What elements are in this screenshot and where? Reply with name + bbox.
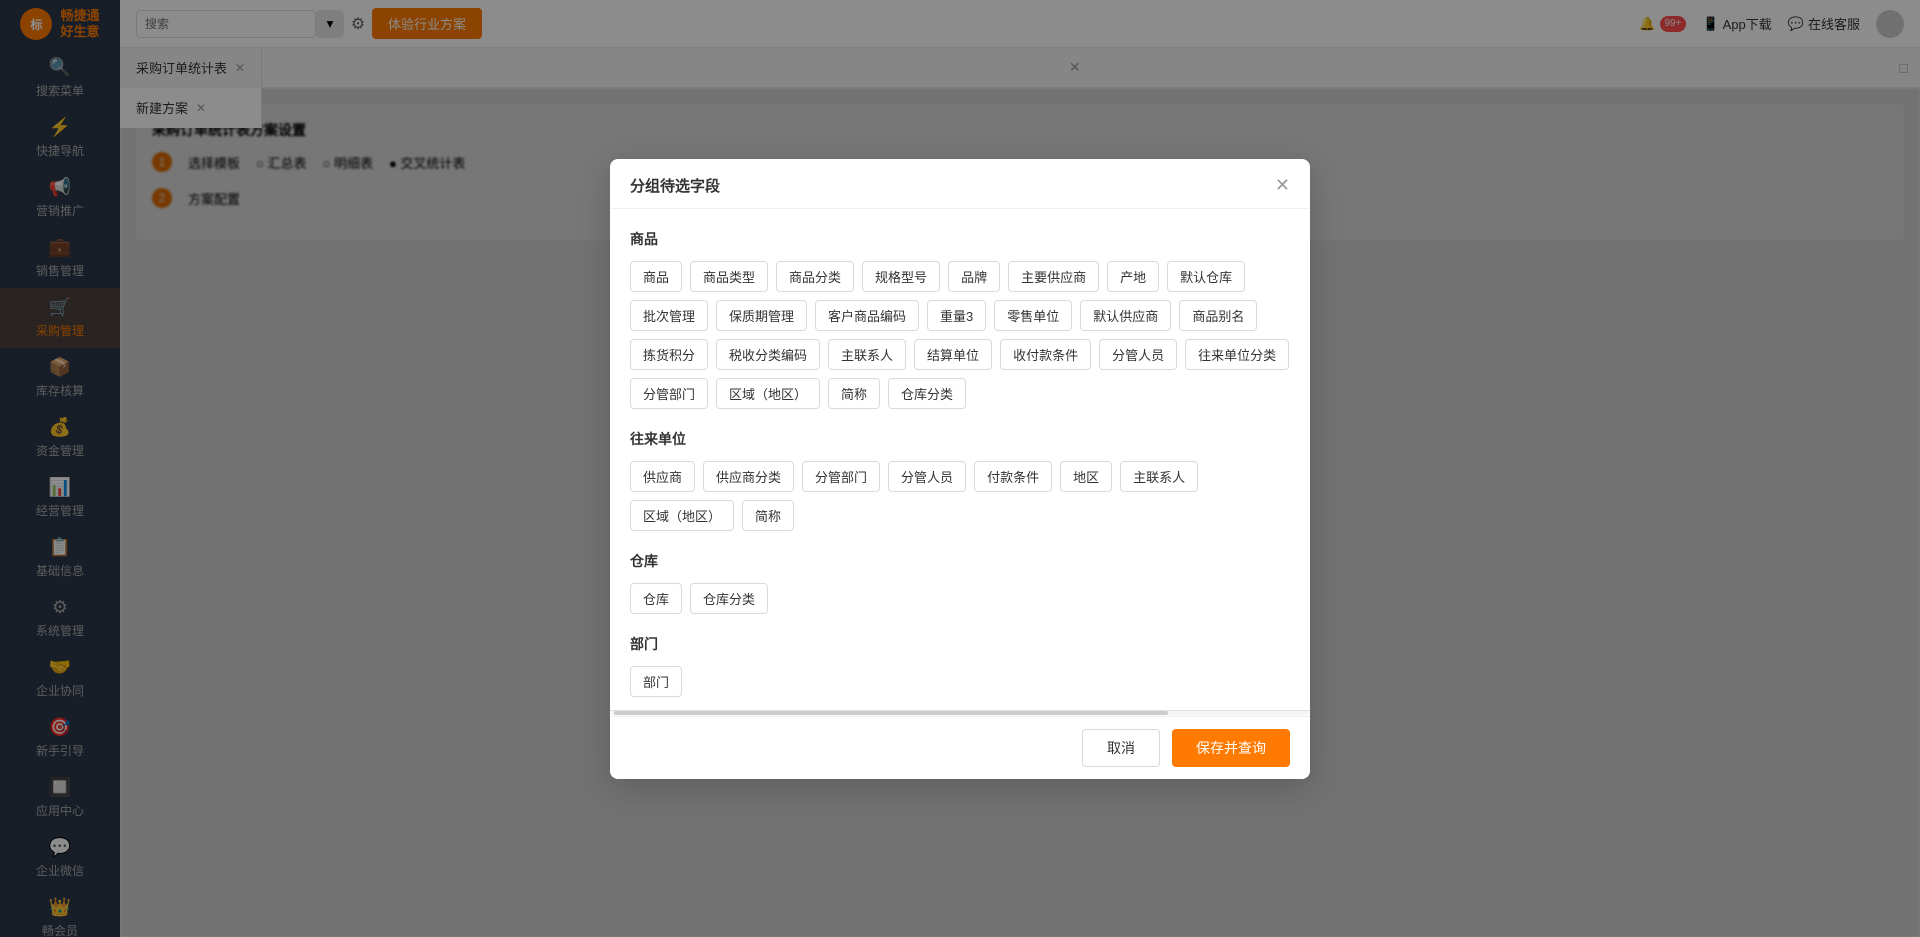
- field-section-2: 仓库仓库仓库分类: [630, 551, 1290, 614]
- modal-dialog: 分组待选字段 ✕ 商品商品商品类型商品分类规格型号品牌主要供应商产地默认仓库批次…: [610, 159, 1310, 779]
- field-tag-0-7[interactable]: 默认仓库: [1167, 261, 1245, 292]
- field-tag-3-0[interactable]: 部门: [630, 666, 682, 697]
- modal-footer: 取消 保存并查询: [610, 716, 1310, 779]
- field-tag-1-7[interactable]: 区域（地区）: [630, 500, 734, 531]
- section-title-2: 仓库: [630, 551, 1290, 571]
- field-tag-0-8[interactable]: 批次管理: [630, 300, 708, 331]
- field-tags-2: 仓库仓库分类: [630, 583, 1290, 614]
- field-tag-0-22[interactable]: 分管部门: [630, 378, 708, 409]
- field-tag-0-4[interactable]: 品牌: [948, 261, 1000, 292]
- field-tag-0-11[interactable]: 重量3: [927, 300, 986, 331]
- field-tag-0-17[interactable]: 主联系人: [828, 339, 906, 370]
- field-tag-0-1[interactable]: 商品类型: [690, 261, 768, 292]
- modal-overlay: 分组待选字段 ✕ 商品商品商品类型商品分类规格型号品牌主要供应商产地默认仓库批次…: [0, 0, 1920, 937]
- field-tag-0-15[interactable]: 拣货积分: [630, 339, 708, 370]
- modal-body[interactable]: 商品商品商品类型商品分类规格型号品牌主要供应商产地默认仓库批次管理保质期管理客户…: [610, 209, 1310, 710]
- field-tag-0-18[interactable]: 结算单位: [914, 339, 992, 370]
- field-tag-1-6[interactable]: 主联系人: [1120, 461, 1198, 492]
- field-tag-0-21[interactable]: 往来单位分类: [1185, 339, 1289, 370]
- field-tag-1-5[interactable]: 地区: [1060, 461, 1112, 492]
- field-section-0: 商品商品商品类型商品分类规格型号品牌主要供应商产地默认仓库批次管理保质期管理客户…: [630, 229, 1290, 409]
- field-tag-0-25[interactable]: 仓库分类: [888, 378, 966, 409]
- field-tag-0-23[interactable]: 区域（地区）: [716, 378, 820, 409]
- field-tag-0-13[interactable]: 默认供应商: [1080, 300, 1171, 331]
- field-tag-0-20[interactable]: 分管人员: [1099, 339, 1177, 370]
- field-section-3: 部门部门: [630, 634, 1290, 697]
- field-tag-0-24[interactable]: 简称: [828, 378, 880, 409]
- modal-close-button[interactable]: ✕: [1275, 176, 1290, 194]
- field-tag-0-14[interactable]: 商品别名: [1179, 300, 1257, 331]
- field-tag-0-16[interactable]: 税收分类编码: [716, 339, 820, 370]
- section-title-0: 商品: [630, 229, 1290, 249]
- cancel-button[interactable]: 取消: [1082, 729, 1160, 767]
- field-tag-1-3[interactable]: 分管人员: [888, 461, 966, 492]
- field-tag-1-2[interactable]: 分管部门: [802, 461, 880, 492]
- field-section-1: 往来单位供应商供应商分类分管部门分管人员付款条件地区主联系人区域（地区） 简称: [630, 429, 1290, 531]
- field-tag-2-0[interactable]: 仓库: [630, 583, 682, 614]
- save-query-button[interactable]: 保存并查询: [1172, 729, 1290, 767]
- field-tag-0-0[interactable]: 商品: [630, 261, 682, 292]
- field-tag-1-4[interactable]: 付款条件: [974, 461, 1052, 492]
- section-title-1: 往来单位: [630, 429, 1290, 449]
- field-tags-3: 部门: [630, 666, 1290, 697]
- field-tag-2-1[interactable]: 仓库分类: [690, 583, 768, 614]
- field-tags-0: 商品商品类型商品分类规格型号品牌主要供应商产地默认仓库批次管理保质期管理客户商品…: [630, 261, 1290, 409]
- modal-title: 分组待选字段: [630, 175, 720, 196]
- field-tag-1-1[interactable]: 供应商分类: [703, 461, 794, 492]
- section-title-3: 部门: [630, 634, 1290, 654]
- field-tags-1: 供应商供应商分类分管部门分管人员付款条件地区主联系人区域（地区） 简称: [630, 461, 1290, 531]
- scrollbar-thumb: [614, 711, 1168, 715]
- field-tag-1-0[interactable]: 供应商: [630, 461, 695, 492]
- field-tag-1-8[interactable]: 简称: [742, 500, 794, 531]
- field-tag-0-5[interactable]: 主要供应商: [1008, 261, 1099, 292]
- field-tag-0-6[interactable]: 产地: [1107, 261, 1159, 292]
- field-tag-0-2[interactable]: 商品分类: [776, 261, 854, 292]
- field-tag-0-10[interactable]: 客户商品编码: [815, 300, 919, 331]
- modal-header: 分组待选字段 ✕: [610, 159, 1310, 209]
- field-tag-0-12[interactable]: 零售单位: [994, 300, 1072, 331]
- field-tag-0-3[interactable]: 规格型号: [862, 261, 940, 292]
- field-tag-0-9[interactable]: 保质期管理: [716, 300, 807, 331]
- field-tag-0-19[interactable]: 收付款条件: [1000, 339, 1091, 370]
